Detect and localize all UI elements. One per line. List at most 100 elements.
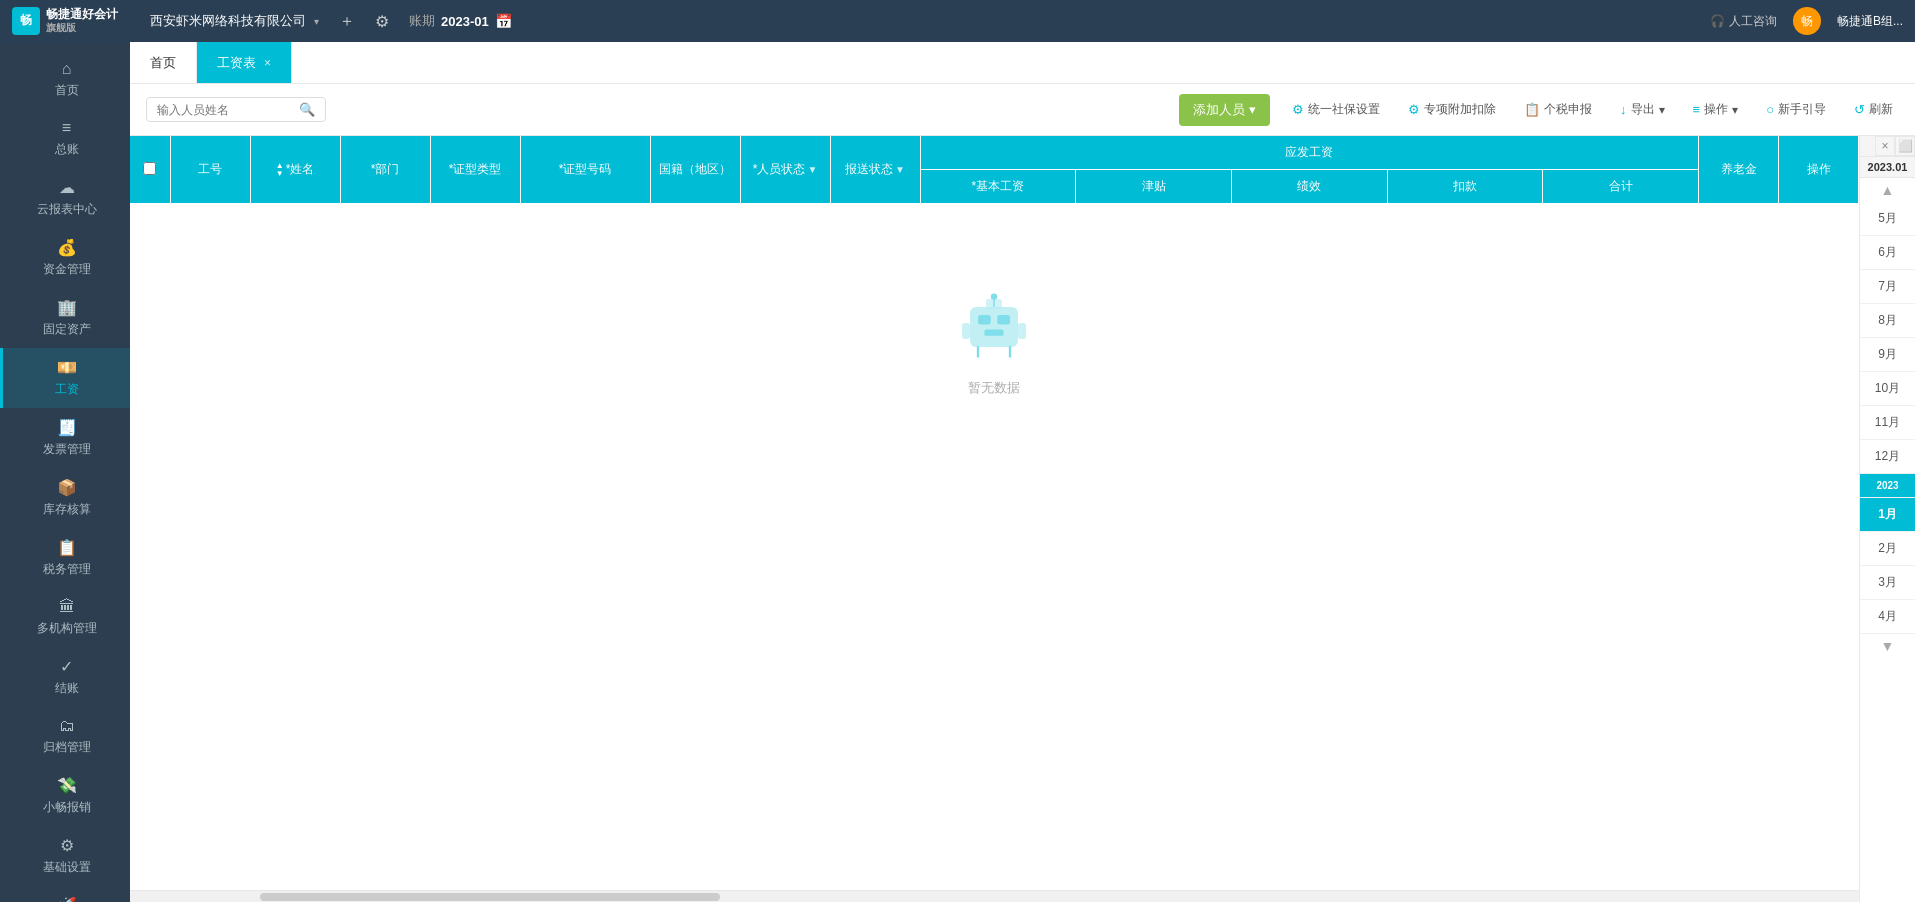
service-icon: 🎧 xyxy=(1710,14,1725,28)
sidebar-label-close: 结账 xyxy=(55,680,79,697)
operate-action[interactable]: ≡ 操作 ▾ xyxy=(1687,97,1745,122)
tax-report-action[interactable]: 📋 个税申报 xyxy=(1518,97,1598,122)
multi-icon: 🏛 xyxy=(59,598,75,616)
sidebar-label-settings: 基础设置 xyxy=(43,859,91,876)
sidebar-label-expense: 小畅报销 xyxy=(43,799,91,816)
ledger-icon: ≡ xyxy=(62,119,71,137)
report-filter-icon[interactable]: ▼ xyxy=(895,164,905,175)
refresh-action[interactable]: ↺ 刷新 xyxy=(1848,97,1899,122)
date-month-2022-07[interactable]: 7月 xyxy=(1860,270,1915,304)
table-body: 暂无数据 xyxy=(130,203,1859,477)
calendar-icon[interactable]: 📅 xyxy=(495,13,512,29)
sidebar-item-invoice[interactable]: 🧾 发票管理 xyxy=(0,408,130,468)
th-status: *人员状态 ▼ xyxy=(740,136,830,203)
date-month-2022-11[interactable]: 11月 xyxy=(1860,406,1915,440)
svg-rect-2 xyxy=(997,315,1010,325)
date-month-2022-12[interactable]: 12月 xyxy=(1860,440,1915,474)
service-button[interactable]: 🎧 人工咨询 xyxy=(1710,13,1777,30)
empty-text: 暂无数据 xyxy=(968,379,1020,397)
logo-char: 畅 xyxy=(20,12,32,29)
company-selector[interactable]: 西安虾米网络科技有限公司 ▾ xyxy=(142,8,327,34)
date-month-2022-06[interactable]: 6月 xyxy=(1860,236,1915,270)
top-header: 畅 畅捷通好会计 旗舰版 西安虾米网络科技有限公司 ▾ ＋ ⚙ 账期 2023-… xyxy=(0,0,1915,42)
th-action: 操作 xyxy=(1779,136,1859,203)
export-action[interactable]: ↓ 导出 ▾ xyxy=(1614,97,1671,122)
horizontal-scrollbar[interactable] xyxy=(260,893,720,901)
date-panel-nav-down[interactable]: ▼ xyxy=(1860,634,1915,658)
status-filter-icon[interactable]: ▼ xyxy=(807,164,817,175)
export-arrow: ▾ xyxy=(1659,103,1665,117)
header-right: 🎧 人工咨询 畅 畅捷通B组... xyxy=(1710,7,1903,35)
svg-rect-5 xyxy=(1018,323,1026,339)
sidebar-item-fund[interactable]: 💰 资金管理 xyxy=(0,228,130,288)
inventory-icon: 📦 xyxy=(57,478,77,497)
table-container: 工号 ▲▼ *姓名 *部门 xyxy=(130,136,1859,890)
sidebar-item-multi[interactable]: 🏛 多机构管理 xyxy=(0,588,130,647)
th-dept: *部门 xyxy=(340,136,430,203)
tab-home[interactable]: 首页 xyxy=(130,42,197,83)
svg-point-8 xyxy=(991,293,997,299)
date-panel-header-text: 2023.01 xyxy=(1868,161,1908,173)
sidebar-item-close[interactable]: ✓ 结账 xyxy=(0,647,130,707)
th-perf: 绩效 xyxy=(1231,170,1387,204)
tab-salary[interactable]: 工资表 × xyxy=(197,42,292,83)
date-month-2022-10[interactable]: 10月 xyxy=(1860,372,1915,406)
sidebar-item-salary[interactable]: 💴 工资 xyxy=(0,348,130,408)
date-month-2023-03[interactable]: 3月 xyxy=(1860,566,1915,600)
sidebar-item-archive[interactable]: 🗂 归档管理 xyxy=(0,707,130,766)
date-month-2023-04[interactable]: 4月 xyxy=(1860,600,1915,634)
date-month-2022-08[interactable]: 8月 xyxy=(1860,304,1915,338)
tax-report-icon: 📋 xyxy=(1524,102,1540,117)
th-group-salary: 应发工资 xyxy=(920,136,1699,170)
th-empno: 工号 xyxy=(170,136,250,203)
select-all-checkbox[interactable] xyxy=(143,162,156,175)
year-badge: 2023 xyxy=(1872,479,1902,492)
tab-salary-close[interactable]: × xyxy=(264,56,271,70)
salary-icon: 💴 xyxy=(57,358,77,377)
sidebar-item-ledger[interactable]: ≡ 总账 xyxy=(0,109,130,168)
tab-bar: 首页 工资表 × xyxy=(130,42,1915,84)
special-deduct-action[interactable]: ⚙ 专项附加扣除 xyxy=(1402,97,1502,122)
date-panel-expand-button[interactable]: ⬜ xyxy=(1895,136,1915,156)
scrollbar-area xyxy=(130,890,1859,902)
add-person-button[interactable]: 添加人员 ▾ xyxy=(1179,94,1270,126)
date-panel-close-button[interactable]: × xyxy=(1875,136,1895,156)
period-value[interactable]: 2023-01 xyxy=(441,14,489,29)
th-report: 报送状态 ▼ xyxy=(830,136,920,203)
sidebar-item-cloud[interactable]: ☁ 云报表中心 xyxy=(0,168,130,228)
search-icon: 🔍 xyxy=(299,102,315,117)
social-settings-action[interactable]: ⚙ 统一社保设置 xyxy=(1286,97,1386,122)
date-month-2023-02[interactable]: 2月 xyxy=(1860,532,1915,566)
add-company-button[interactable]: ＋ xyxy=(335,7,359,36)
date-month-2022-05[interactable]: 5月 xyxy=(1860,202,1915,236)
name-sort-icon[interactable]: ▲▼ xyxy=(276,162,284,178)
sidebar-item-guide[interactable]: 🚀 新手引导 xyxy=(0,886,130,902)
social-settings-icon: ⚙ xyxy=(1292,102,1304,117)
expense-icon: 💸 xyxy=(57,776,77,795)
operate-label: 操作 xyxy=(1704,101,1728,118)
export-label: 导出 xyxy=(1631,101,1655,118)
date-month-2022-09[interactable]: 9月 xyxy=(1860,338,1915,372)
settings-icon[interactable]: ⚙ xyxy=(371,8,393,35)
guide-action[interactable]: ○ 新手引导 xyxy=(1760,97,1832,122)
sidebar-item-expense[interactable]: 💸 小畅报销 xyxy=(0,766,130,826)
search-input[interactable] xyxy=(157,103,293,117)
add-person-label: 添加人员 xyxy=(1193,101,1245,119)
sidebar-item-asset[interactable]: 🏢 固定资产 xyxy=(0,288,130,348)
svg-rect-0 xyxy=(970,307,1018,347)
date-month-2023-01[interactable]: 1月 xyxy=(1860,498,1915,532)
logo-icon: 畅 xyxy=(12,7,40,35)
sidebar-item-inventory[interactable]: 📦 库存核算 xyxy=(0,468,130,528)
sidebar-item-tax[interactable]: 📋 税务管理 xyxy=(0,528,130,588)
sidebar-item-home[interactable]: ⌂ 首页 xyxy=(0,50,130,109)
salary-table: 工号 ▲▼ *姓名 *部门 xyxy=(130,136,1859,477)
cloud-icon: ☁ xyxy=(59,178,75,197)
sidebar-label-multi: 多机构管理 xyxy=(37,620,97,637)
period-label: 账期 xyxy=(409,12,435,30)
guide-action-label: 新手引导 xyxy=(1778,101,1826,118)
sidebar-item-settings[interactable]: ⚙ 基础设置 xyxy=(0,826,130,886)
close-period-icon: ✓ xyxy=(60,657,73,676)
operate-arrow: ▾ xyxy=(1732,103,1738,117)
date-panel-nav-up[interactable]: ▲ xyxy=(1860,178,1915,202)
sidebar-label-ledger: 总账 xyxy=(55,141,79,158)
